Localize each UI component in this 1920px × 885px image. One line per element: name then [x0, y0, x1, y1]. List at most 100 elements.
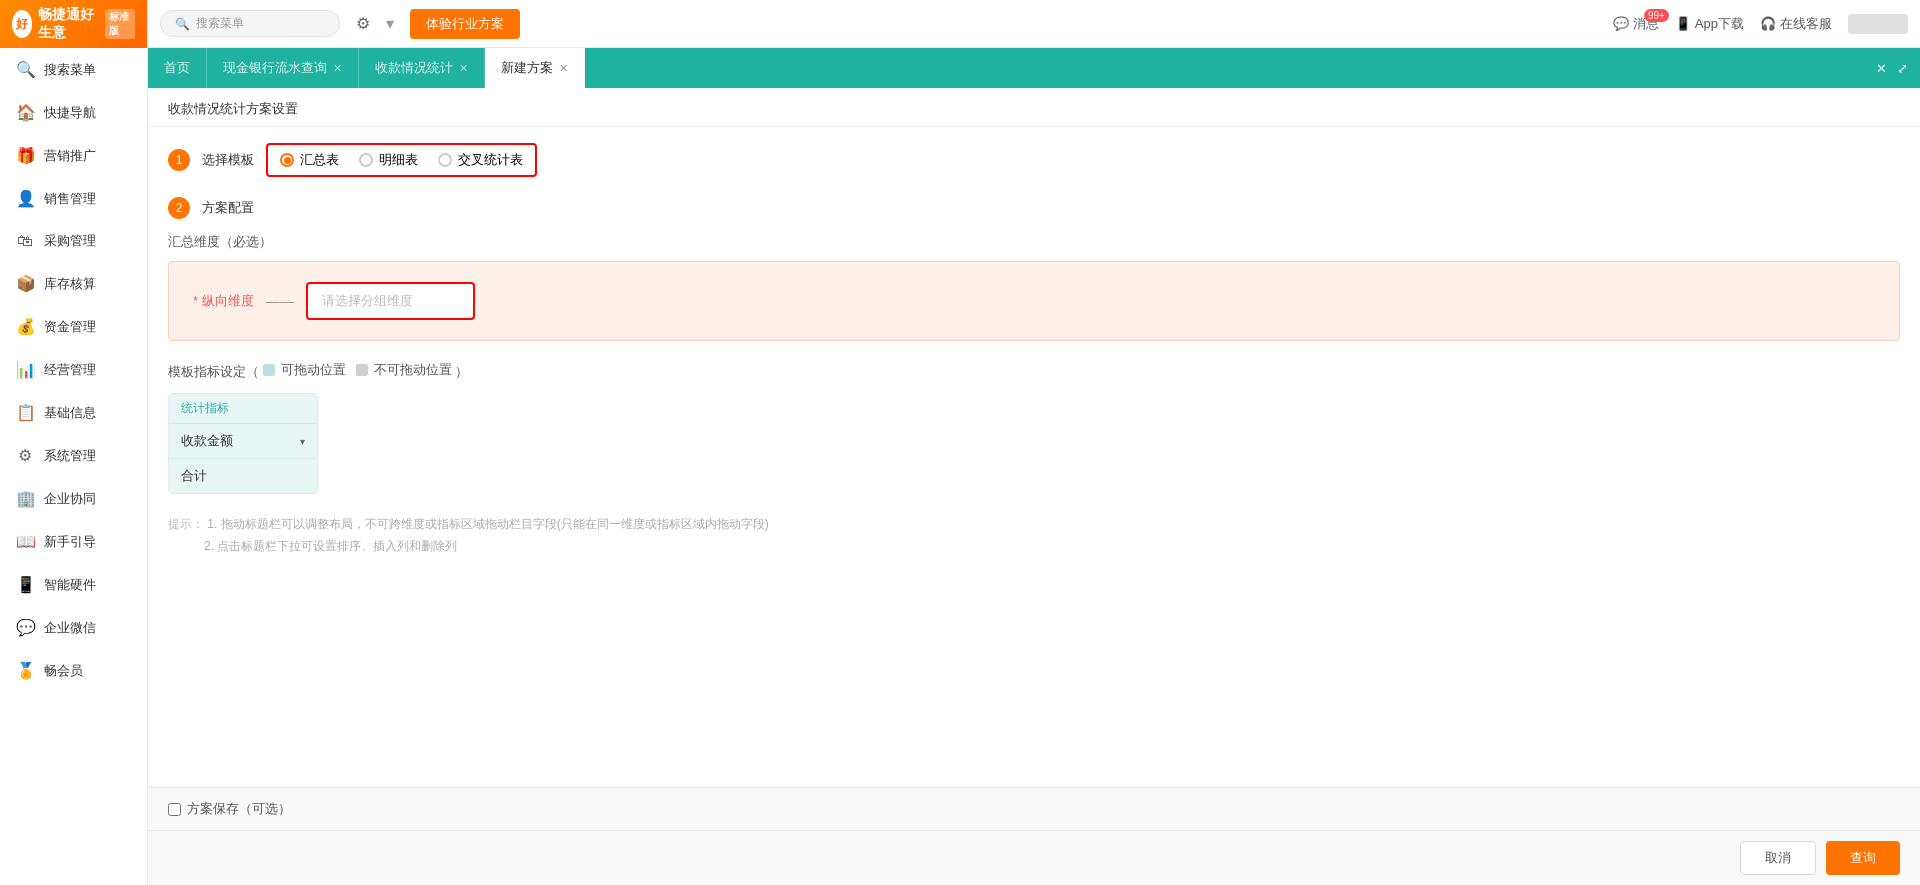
bag-icon: 🛍	[16, 232, 34, 250]
page-footer: 方案保存（可选）	[148, 787, 1920, 830]
maximize-icon[interactable]: ⤢	[1897, 61, 1908, 76]
sidebar-item-hardware[interactable]: 📱 智能硬件	[0, 563, 147, 606]
sidebar-item-wechat[interactable]: 💬 企业微信	[0, 606, 147, 649]
dimension-selector[interactable]: 请选择分组维度	[306, 282, 475, 320]
content-area: 收款情况统计方案设置 1 选择模板 汇总表 明细表	[148, 88, 1920, 830]
header-right: 💬 消息 99+ 📱 App下载 🎧 在线客服	[1613, 14, 1908, 34]
sidebar-item-finance[interactable]: 💰 资金管理	[0, 305, 147, 348]
radio-cross[interactable]: 交叉统计表	[438, 151, 523, 169]
non-draggable-legend-dot	[356, 364, 368, 376]
message-icon: 💬	[1613, 16, 1629, 31]
sidebar-item-quick-nav[interactable]: 🏠 快捷导航	[0, 91, 147, 134]
book-icon: 📖	[16, 532, 34, 551]
chevron-down-icon[interactable]: ▾	[386, 14, 394, 33]
sidebar-item-operation[interactable]: 📊 经营管理	[0, 348, 147, 391]
non-draggable-legend-label: 不可拖动位置	[374, 361, 452, 379]
sidebar-item-basic[interactable]: 📋 基础信息	[0, 391, 147, 434]
sidebar-item-enterprise[interactable]: 🏢 企业协同	[0, 477, 147, 520]
app-header: 🔍 搜索菜单 ⚙ ▾ 体验行业方案 💬 消息 99+ 📱 App下载 🎧 在线客…	[148, 0, 1920, 48]
draggable-legend-dot	[263, 364, 275, 376]
main-area: 🔍 搜索菜单 ⚙ ▾ 体验行业方案 💬 消息 99+ 📱 App下载 🎧 在线客…	[148, 0, 1920, 885]
sidebar-label: 智能硬件	[44, 576, 96, 594]
cancel-button[interactable]: 取消	[1740, 841, 1816, 875]
sidebar-item-search-menu[interactable]: 🔍 搜索菜单	[0, 48, 147, 91]
metric-label-0: 收款金额	[181, 432, 233, 450]
sidebar-label: 畅会员	[44, 662, 83, 680]
sidebar-item-sales[interactable]: 👤 销售管理	[0, 177, 147, 220]
tabbar-actions: ✕ ⤢	[1864, 48, 1920, 88]
sidebar-label: 新手引导	[44, 533, 96, 551]
tab-new-plan-label: 新建方案	[501, 59, 553, 77]
sidebar-item-member[interactable]: 🏅 畅会员	[0, 649, 147, 692]
app-download-label: App下载	[1695, 15, 1744, 33]
metrics-category-label: 统计指标	[169, 394, 317, 424]
sidebar-logo: 好 畅捷通好生意 标准版	[0, 0, 147, 48]
step1-row: 1 选择模板 汇总表 明细表 交叉统计表	[168, 143, 1900, 177]
template-radio-group: 汇总表 明细表 交叉统计表	[266, 143, 537, 177]
chat-icon: 💬	[16, 618, 34, 637]
chart-icon: 📊	[16, 360, 34, 379]
tips-section: 提示： 1. 拖动标题栏可以调整布局，不可跨维度或指标区域拖动栏目字段(只能在同…	[168, 514, 1900, 557]
dimension-section-label: 汇总维度（必选）	[168, 233, 1900, 251]
online-service-label: 在线客服	[1780, 15, 1832, 33]
medal-icon: 🏅	[16, 661, 34, 680]
sidebar-label: 企业微信	[44, 619, 96, 637]
query-button[interactable]: 查询	[1826, 841, 1900, 875]
tips-line-1: 2. 点击标题栏下拉可设置排序、插入列和删除列	[168, 536, 1900, 558]
sidebar-item-purchase[interactable]: 🛍 采购管理	[0, 220, 147, 262]
save-option-label: 方案保存（可选）	[187, 800, 291, 818]
app-download-btn[interactable]: 📱 App下载	[1675, 15, 1744, 33]
sidebar-item-system[interactable]: ⚙ 系统管理	[0, 434, 147, 477]
save-checkbox-input[interactable]	[168, 803, 181, 816]
tips-line-0-text: 1. 拖动标题栏可以调整布局，不可跨维度或指标区域拖动栏目字段(只能在同一维度或…	[207, 517, 768, 531]
radio-summary-btn[interactable]	[280, 153, 294, 167]
message-btn[interactable]: 💬 消息 99+	[1613, 15, 1659, 33]
header-search-box[interactable]: 🔍 搜索菜单	[160, 10, 340, 37]
draggable-legend-label: 可拖动位置	[281, 361, 346, 379]
sidebar-label: 系统管理	[44, 447, 96, 465]
radio-detail-btn[interactable]	[359, 153, 373, 167]
tab-new-plan-close[interactable]: ✕	[559, 62, 568, 75]
tab-new-plan[interactable]: 新建方案 ✕	[485, 48, 585, 88]
metrics-legend: 可拖动位置 不可拖动位置	[263, 361, 452, 379]
sidebar-item-guide[interactable]: 📖 新手引导	[0, 520, 147, 563]
content-inner: 收款情况统计方案设置 1 选择模板 汇总表 明细表	[148, 88, 1920, 830]
tab-home[interactable]: 首页	[148, 48, 207, 88]
gift-icon: 🎁	[16, 146, 34, 165]
search-icon: 🔍	[16, 60, 34, 79]
radio-cross-label: 交叉统计表	[458, 151, 523, 169]
metrics-header-label: 模板指标设定（ 可拖动位置 不可拖动位置 ）	[168, 361, 468, 381]
message-badge: 99+	[1644, 9, 1669, 22]
tab-receipt-close[interactable]: ✕	[459, 62, 468, 75]
settings-icon[interactable]: ⚙	[356, 14, 370, 33]
home-icon: 🏠	[16, 103, 34, 122]
close-all-icon[interactable]: ✕	[1876, 61, 1887, 76]
radio-detail-label: 明细表	[379, 151, 418, 169]
radio-cross-btn[interactable]	[438, 153, 452, 167]
section-body: 1 选择模板 汇总表 明细表 交叉统计表	[148, 127, 1920, 787]
sidebar-item-marketing[interactable]: 🎁 营销推广	[0, 134, 147, 177]
online-service-btn[interactable]: 🎧 在线客服	[1760, 15, 1832, 33]
version-badge: 标准版	[105, 9, 135, 39]
metric-label-1: 合计	[181, 467, 207, 485]
metric-chevron-0[interactable]: ▾	[300, 436, 305, 447]
dim-arrow-icon: ——	[266, 293, 294, 309]
page-header: 收款情况统计方案设置	[148, 88, 1920, 127]
user-avatar-area[interactable]	[1848, 14, 1908, 34]
tab-bank-close[interactable]: ✕	[333, 62, 342, 75]
tab-receipt[interactable]: 收款情况统计 ✕	[359, 48, 485, 88]
sidebar-item-inventory[interactable]: 📦 库存核算	[0, 262, 147, 305]
tab-home-label: 首页	[164, 59, 190, 77]
sidebar-label: 企业协同	[44, 490, 96, 508]
tips-title: 提示：	[168, 517, 204, 531]
metric-item-1[interactable]: 合计	[169, 459, 317, 493]
metrics-header: 模板指标设定（ 可拖动位置 不可拖动位置 ）	[168, 361, 1900, 381]
tab-bank[interactable]: 现金银行流水查询 ✕	[207, 48, 359, 88]
industry-btn[interactable]: 体验行业方案	[410, 9, 520, 39]
tab-bank-label: 现金银行流水查询	[223, 59, 327, 77]
radio-detail[interactable]: 明细表	[359, 151, 418, 169]
metric-item-0[interactable]: 收款金额 ▾	[169, 424, 317, 459]
radio-summary[interactable]: 汇总表	[280, 151, 339, 169]
save-option-checkbox[interactable]: 方案保存（可选）	[168, 800, 291, 818]
dimension-row: * 纵向维度 —— 请选择分组维度	[193, 282, 1875, 320]
